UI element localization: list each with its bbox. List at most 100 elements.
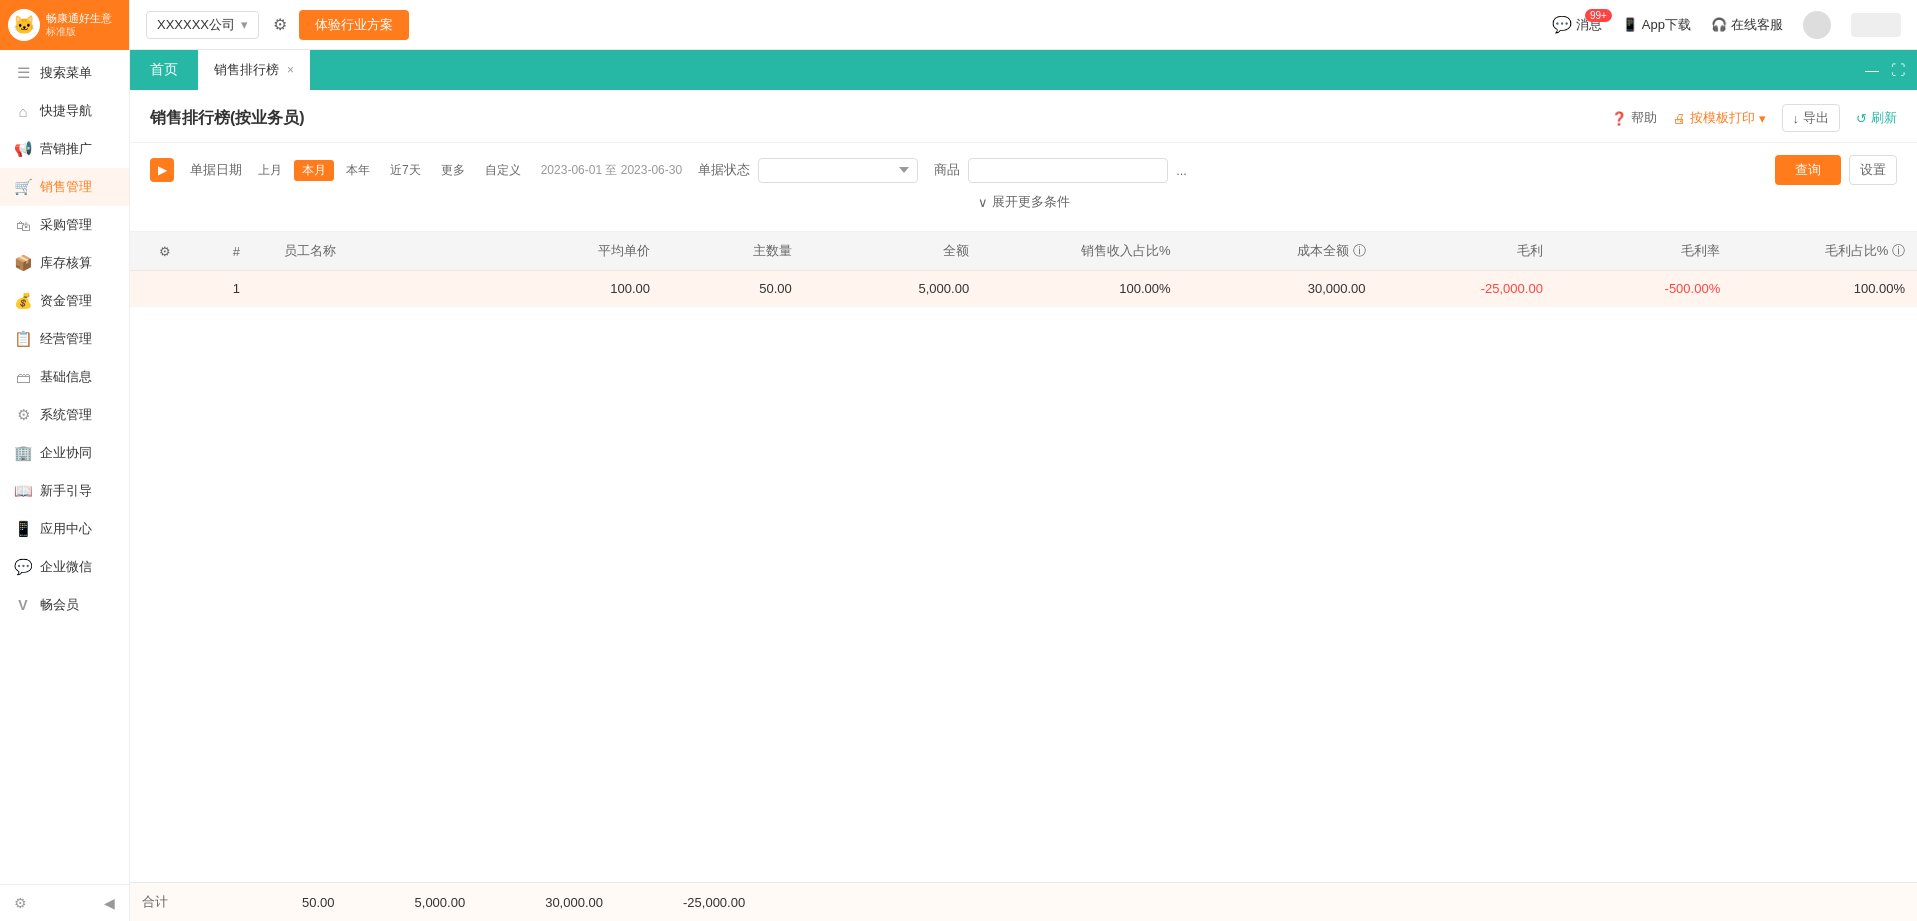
sidebar-item-quick-nav[interactable]: ⌂ 快捷导航 bbox=[0, 92, 129, 130]
date-tab-this-year[interactable]: 本年 bbox=[338, 160, 378, 181]
chevron-down-icon: ▾ bbox=[241, 17, 248, 32]
refresh-button[interactable]: ↺ 刷新 bbox=[1856, 109, 1897, 127]
sidebar-item-membership[interactable]: V 畅会员 bbox=[0, 586, 129, 624]
settings-button[interactable]: 设置 bbox=[1849, 155, 1897, 185]
query-button[interactable]: 查询 bbox=[1775, 155, 1841, 185]
sidebar-item-label: 应用中心 bbox=[40, 520, 92, 538]
sidebar-item-wechat[interactable]: 💬 企业微信 bbox=[0, 548, 129, 586]
row-profit-pct: 100.00% bbox=[1732, 271, 1917, 307]
sidebar-settings-icon[interactable]: ⚙ bbox=[14, 895, 27, 911]
headset-icon: 🎧 bbox=[1711, 17, 1727, 32]
date-tab-last-month[interactable]: 上月 bbox=[250, 160, 290, 181]
avatar[interactable] bbox=[1803, 11, 1831, 39]
online-service-button[interactable]: 🎧 在线客服 bbox=[1711, 16, 1783, 34]
membership-icon: V bbox=[14, 596, 32, 614]
more-options-link[interactable]: ... bbox=[1176, 163, 1187, 178]
sidebar-item-guide[interactable]: 📖 新手引导 bbox=[0, 472, 129, 510]
sidebar-item-label: 畅会员 bbox=[40, 596, 79, 614]
sidebar-item-system[interactable]: ⚙ 系统管理 bbox=[0, 396, 129, 434]
sidebar-item-label: 采购管理 bbox=[40, 216, 92, 234]
main: XXXXXX公司 ▾ ⚙ 体验行业方案 💬 消息 99+ 📱 App下载 🎧 在… bbox=[130, 0, 1917, 921]
table-container: ⚙ # 员工名称 平均单价 主数量 全额 销售收入占比% 成本全额 ⓘ 毛利 毛… bbox=[130, 232, 1917, 882]
sidebar-item-label: 营销推广 bbox=[40, 140, 92, 158]
tab-close-icon[interactable]: × bbox=[287, 63, 294, 77]
logo-sub: 标准版 bbox=[46, 25, 112, 39]
sidebar-item-label: 系统管理 bbox=[40, 406, 92, 424]
search-menu-icon: ☰ bbox=[14, 64, 32, 82]
system-icon: ⚙ bbox=[14, 406, 32, 424]
help-button[interactable]: ❓ 帮助 bbox=[1611, 109, 1657, 127]
date-tab-this-month[interactable]: 本月 bbox=[294, 160, 334, 181]
user-name bbox=[1851, 13, 1901, 37]
sidebar-item-label: 基础信息 bbox=[40, 368, 92, 386]
company-name: XXXXXX公司 bbox=[157, 16, 235, 34]
topbar-settings-icon[interactable]: ⚙ bbox=[273, 15, 287, 34]
date-range-text: 2023-06-01 至 2023-06-30 bbox=[541, 162, 682, 179]
topbar: XXXXXX公司 ▾ ⚙ 体验行业方案 💬 消息 99+ 📱 App下载 🎧 在… bbox=[130, 0, 1917, 50]
sidebar-item-finance[interactable]: 💰 资金管理 bbox=[0, 282, 129, 320]
status-filter-group: 单据状态 bbox=[698, 158, 918, 183]
sidebar-item-enterprise[interactable]: 🏢 企业协同 bbox=[0, 434, 129, 472]
sidebar-item-label: 企业协同 bbox=[40, 444, 92, 462]
sidebar-item-basic-info[interactable]: 🗃 基础信息 bbox=[0, 358, 129, 396]
sidebar-item-label: 库存核算 bbox=[40, 254, 92, 272]
message-button[interactable]: 💬 消息 99+ bbox=[1552, 15, 1602, 34]
service-label: 在线客服 bbox=[1731, 16, 1783, 34]
print-label: 按模板打印 bbox=[1690, 109, 1755, 127]
footer-label: 合计 bbox=[142, 893, 222, 911]
date-tab-7days[interactable]: 近7天 bbox=[382, 160, 429, 181]
date-tab-more[interactable]: 更多 bbox=[433, 160, 473, 181]
company-select[interactable]: XXXXXX公司 ▾ bbox=[146, 11, 259, 39]
sidebar-item-purchase[interactable]: 🛍 采购管理 bbox=[0, 206, 129, 244]
sidebar-item-sales[interactable]: 🛒 销售管理 bbox=[0, 168, 129, 206]
print-button[interactable]: 🖨 按模板打印 ▾ bbox=[1673, 109, 1766, 127]
tab-sales-ranking[interactable]: 销售排行榜 × bbox=[198, 50, 310, 90]
sidebar-collapse-icon[interactable]: ◀ bbox=[104, 895, 115, 911]
minimize-icon[interactable]: — bbox=[1865, 62, 1879, 78]
phone-icon: 📱 bbox=[1622, 17, 1638, 32]
table-header-row: ⚙ # 员工名称 平均单价 主数量 全额 销售收入占比% 成本全额 ⓘ 毛利 毛… bbox=[130, 232, 1917, 271]
operations-icon: 📋 bbox=[14, 330, 32, 348]
message-icon: 💬 bbox=[1552, 15, 1572, 34]
sidebar-item-search-menu[interactable]: ☰ 搜索菜单 bbox=[0, 54, 129, 92]
row-num: 1 bbox=[201, 271, 272, 307]
status-filter-label: 单据状态 bbox=[698, 161, 750, 179]
sidebar-item-operations[interactable]: 📋 经营管理 bbox=[0, 320, 129, 358]
sidebar-item-label: 新手引导 bbox=[40, 482, 92, 500]
col-header-cost: 成本全额 ⓘ bbox=[1183, 232, 1378, 271]
expand-more-button[interactable]: ∨ 展开更多条件 bbox=[150, 185, 1897, 219]
goods-filter-group: 商品 ... bbox=[934, 158, 1187, 183]
message-badge: 99+ bbox=[1585, 9, 1612, 22]
goods-input[interactable] bbox=[968, 158, 1168, 183]
page-title: 销售排行榜(按业务员) bbox=[150, 108, 305, 129]
tab-home[interactable]: 首页 bbox=[130, 50, 198, 90]
status-select[interactable] bbox=[758, 158, 918, 183]
sidebar-item-label: 经营管理 bbox=[40, 330, 92, 348]
maximize-icon[interactable]: ⛶ bbox=[1891, 62, 1905, 78]
export-button[interactable]: ↓ 导出 bbox=[1782, 104, 1841, 132]
row-avg-price: 100.00 bbox=[485, 271, 662, 307]
row-settings bbox=[130, 271, 201, 307]
wechat-icon: 💬 bbox=[14, 558, 32, 576]
app-download-button[interactable]: 📱 App下载 bbox=[1622, 16, 1691, 34]
sales-icon: 🛒 bbox=[14, 178, 32, 196]
refresh-icon: ↺ bbox=[1856, 111, 1867, 126]
app-center-icon: 📱 bbox=[14, 520, 32, 538]
sidebar-item-app-center[interactable]: 📱 应用中心 bbox=[0, 510, 129, 548]
inventory-icon: 📦 bbox=[14, 254, 32, 272]
sidebar-item-label: 资金管理 bbox=[40, 292, 92, 310]
sidebar-logo: 🐱 畅康通好生意 标准版 bbox=[0, 0, 129, 50]
column-settings-icon: ⚙ bbox=[159, 244, 171, 259]
sidebar-item-inventory[interactable]: 📦 库存核算 bbox=[0, 244, 129, 282]
page-header: 销售排行榜(按业务员) ❓ 帮助 🖨 按模板打印 ▾ ↓ 导出 bbox=[130, 90, 1917, 143]
filter-toggle-button[interactable]: ▶ bbox=[150, 158, 174, 182]
col-header-name: 员工名称 bbox=[272, 232, 485, 271]
filter-row: ▶ 单据日期 上月 本月 本年 近7天 更多 自定义 2023-06-01 至 … bbox=[150, 155, 1897, 185]
col-header-settings[interactable]: ⚙ bbox=[130, 232, 201, 271]
page-container: 销售排行榜(按业务员) ❓ 帮助 🖨 按模板打印 ▾ ↓ 导出 bbox=[130, 90, 1917, 921]
guide-icon: 📖 bbox=[14, 482, 32, 500]
app-label: App下载 bbox=[1642, 16, 1691, 34]
date-tab-custom[interactable]: 自定义 bbox=[477, 160, 529, 181]
sidebar-item-marketing[interactable]: 📢 营销推广 bbox=[0, 130, 129, 168]
trial-button[interactable]: 体验行业方案 bbox=[299, 10, 409, 40]
